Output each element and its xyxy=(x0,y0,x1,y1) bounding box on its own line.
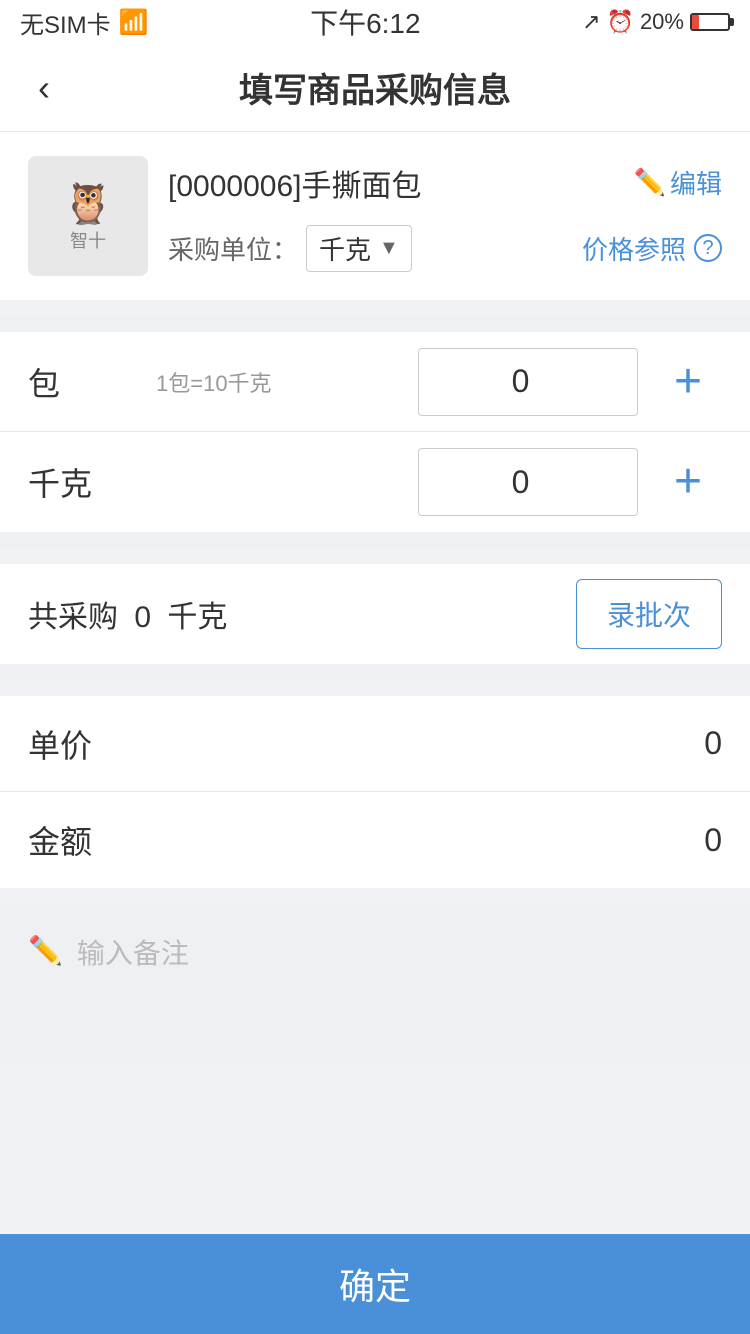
separator-3 xyxy=(0,664,750,680)
unit-label: 采购单位： xyxy=(168,230,298,267)
battery-percent: 20% xyxy=(640,9,684,35)
product-name-row: [0000006]手撕面包 ✏️ 编辑 xyxy=(168,161,722,205)
product-image: 🦉 智十 xyxy=(28,156,148,276)
kg-plus-button[interactable]: + xyxy=(654,448,722,516)
kg-input-row: 千克 + xyxy=(0,432,750,532)
total-row: 共采购 0 千克 录批次 xyxy=(0,564,750,664)
edit-button[interactable]: ✏️ 编辑 xyxy=(634,164,722,201)
info-icon: ? xyxy=(694,234,722,262)
bao-input-right: + xyxy=(272,348,722,416)
unit-value: 千克 xyxy=(319,230,371,267)
confirm-button[interactable]: 确定 xyxy=(0,1234,750,1334)
kg-input-right: + xyxy=(148,448,722,516)
product-name: [0000006]手撕面包 xyxy=(168,161,421,205)
product-card: 🦉 智十 [0000006]手撕面包 ✏️ 编辑 采购单位： 千克 ▼ 价格参照 xyxy=(0,132,750,300)
bao-input-row: 包 1包=10千克 + xyxy=(0,332,750,432)
amount-value: 0 xyxy=(704,822,722,859)
status-right: ↗ ⏰ 20% xyxy=(582,9,730,35)
notes-placeholder: 输入备注 xyxy=(77,932,189,972)
total-section: 共采购 0 千克 录批次 xyxy=(0,564,750,664)
bao-label: 包 xyxy=(28,359,148,405)
page-title: 填写商品采购信息 xyxy=(239,63,511,112)
status-time: 下午6:12 xyxy=(310,2,421,42)
bao-sublabel: 1包=10千克 xyxy=(156,366,272,398)
separator-2 xyxy=(0,532,750,548)
product-image-text: 智十 xyxy=(70,227,106,253)
unit-price-label: 单价 xyxy=(28,721,92,767)
edit-label: 编辑 xyxy=(670,164,722,201)
input-section: 包 1包=10千克 + 千克 + xyxy=(0,332,750,532)
nav-bar: ‹ 填写商品采购信息 xyxy=(0,44,750,132)
total-unit: 千克 xyxy=(167,601,227,634)
total-text: 共采购 0 千克 xyxy=(28,592,227,636)
dropdown-arrow-icon: ▼ xyxy=(379,237,399,260)
unit-price-value: 0 xyxy=(704,725,722,762)
location-icon: ↗ xyxy=(582,9,600,35)
battery-bar xyxy=(690,13,730,31)
back-button[interactable]: ‹ xyxy=(28,57,60,119)
product-code: [0000006] xyxy=(168,170,301,203)
total-value: 0 xyxy=(134,601,151,634)
wifi-icon: 📶 xyxy=(119,8,149,37)
alarm-icon: ⏰ xyxy=(607,9,634,35)
price-reference-button[interactable]: 价格参照 ? xyxy=(582,230,722,267)
product-title: 手撕面包 xyxy=(301,170,421,203)
status-left: 无SIM卡 📶 xyxy=(20,5,149,40)
kg-label: 千克 xyxy=(28,459,148,505)
bao-input[interactable] xyxy=(418,348,638,416)
unit-selector[interactable]: 千克 ▼ xyxy=(306,225,412,272)
notes-section[interactable]: ✏️ 输入备注 xyxy=(0,904,750,1064)
bao-plus-button[interactable]: + xyxy=(654,348,722,416)
total-label: 共采购 xyxy=(28,601,118,634)
product-owl-icon: 🦉 xyxy=(63,180,113,227)
amount-row: 金额 0 xyxy=(0,792,750,888)
kg-input[interactable] xyxy=(418,448,638,516)
pencil-icon: ✏️ xyxy=(28,934,63,967)
product-info: [0000006]手撕面包 ✏️ 编辑 采购单位： 千克 ▼ 价格参照 ? xyxy=(168,161,722,272)
battery-fill xyxy=(692,15,699,29)
product-unit-row: 采购单位： 千克 ▼ 价格参照 ? xyxy=(168,225,722,272)
edit-icon: ✏️ xyxy=(634,167,666,198)
price-ref-label: 价格参照 xyxy=(582,230,686,267)
status-bar: 无SIM卡 📶 下午6:12 ↗ ⏰ 20% xyxy=(0,0,750,44)
carrier-text: 无SIM卡 xyxy=(20,5,111,40)
amount-label: 金额 xyxy=(28,817,92,863)
price-section: 单价 0 金额 0 xyxy=(0,696,750,888)
batch-button[interactable]: 录批次 xyxy=(576,579,722,649)
unit-price-row: 单价 0 xyxy=(0,696,750,792)
separator-1 xyxy=(0,316,750,332)
